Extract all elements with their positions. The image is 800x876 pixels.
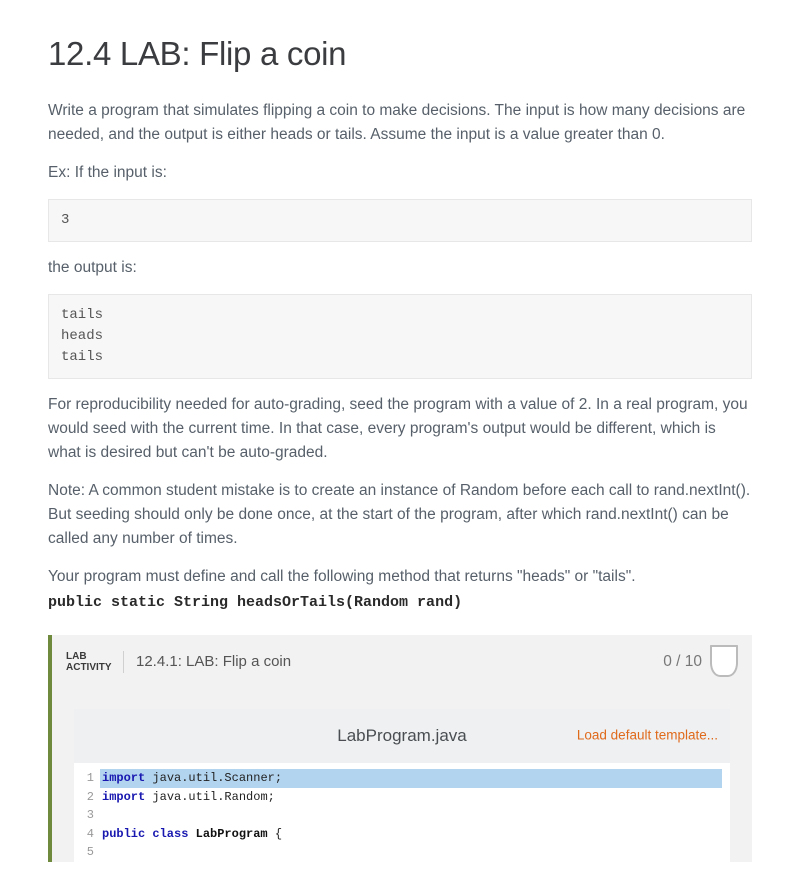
code-line[interactable]: 2import java.util.Random; bbox=[82, 788, 722, 807]
lab-badge-line1: LAB bbox=[66, 651, 113, 662]
code-line[interactable]: 5 bbox=[82, 843, 722, 862]
example-input-label: Ex: If the input is: bbox=[48, 161, 752, 185]
code-line[interactable]: 1import java.util.Scanner; bbox=[82, 769, 722, 788]
code-content[interactable]: import java.util.Scanner; bbox=[100, 769, 722, 788]
lab-activity-badge: LAB ACTIVITY bbox=[66, 651, 124, 673]
line-number: 5 bbox=[82, 843, 100, 862]
line-number: 3 bbox=[82, 806, 100, 825]
shield-icon bbox=[710, 647, 738, 677]
intro-paragraph: Write a program that simulates flipping … bbox=[48, 99, 752, 147]
lab-activity-block: LAB ACTIVITY 12.4.1: LAB: Flip a coin 0 … bbox=[48, 635, 752, 862]
method-signature: public static String headsOrTails(Random… bbox=[48, 591, 752, 614]
code-line[interactable]: 4public class LabProgram { bbox=[82, 825, 722, 844]
method-lead: Your program must define and call the fo… bbox=[48, 568, 636, 585]
code-content[interactable] bbox=[100, 806, 722, 825]
load-default-template-link[interactable]: Load default template... bbox=[577, 725, 718, 746]
lab-activity-score: 0 / 10 bbox=[663, 650, 702, 674]
line-number: 1 bbox=[82, 769, 100, 788]
output-label: the output is: bbox=[48, 256, 752, 280]
page-title: 12.4 LAB: Flip a coin bbox=[48, 28, 752, 79]
lab-badge-line2: ACTIVITY bbox=[66, 662, 113, 673]
paragraph-method: Your program must define and call the fo… bbox=[48, 565, 752, 614]
code-editor-header: LabProgram.java Load default template... bbox=[74, 709, 730, 763]
code-editor[interactable]: 1import java.util.Scanner;2import java.u… bbox=[74, 763, 730, 862]
code-line[interactable]: 3 bbox=[82, 806, 722, 825]
example-output-box: tails heads tails bbox=[48, 294, 752, 379]
code-content[interactable]: public class LabProgram { bbox=[100, 825, 722, 844]
paragraph-seed: For reproducibility needed for auto-grad… bbox=[48, 393, 752, 465]
lab-activity-header: LAB ACTIVITY 12.4.1: LAB: Flip a coin 0 … bbox=[52, 635, 752, 689]
editor-filename: LabProgram.java bbox=[337, 723, 466, 749]
code-content[interactable]: import java.util.Random; bbox=[100, 788, 722, 807]
code-content[interactable] bbox=[100, 843, 722, 862]
example-input-box: 3 bbox=[48, 199, 752, 242]
line-number: 2 bbox=[82, 788, 100, 807]
paragraph-note: Note: A common student mistake is to cre… bbox=[48, 479, 752, 551]
line-number: 4 bbox=[82, 825, 100, 844]
lab-activity-title: 12.4.1: LAB: Flip a coin bbox=[124, 650, 663, 673]
code-editor-area: LabProgram.java Load default template...… bbox=[52, 689, 752, 862]
